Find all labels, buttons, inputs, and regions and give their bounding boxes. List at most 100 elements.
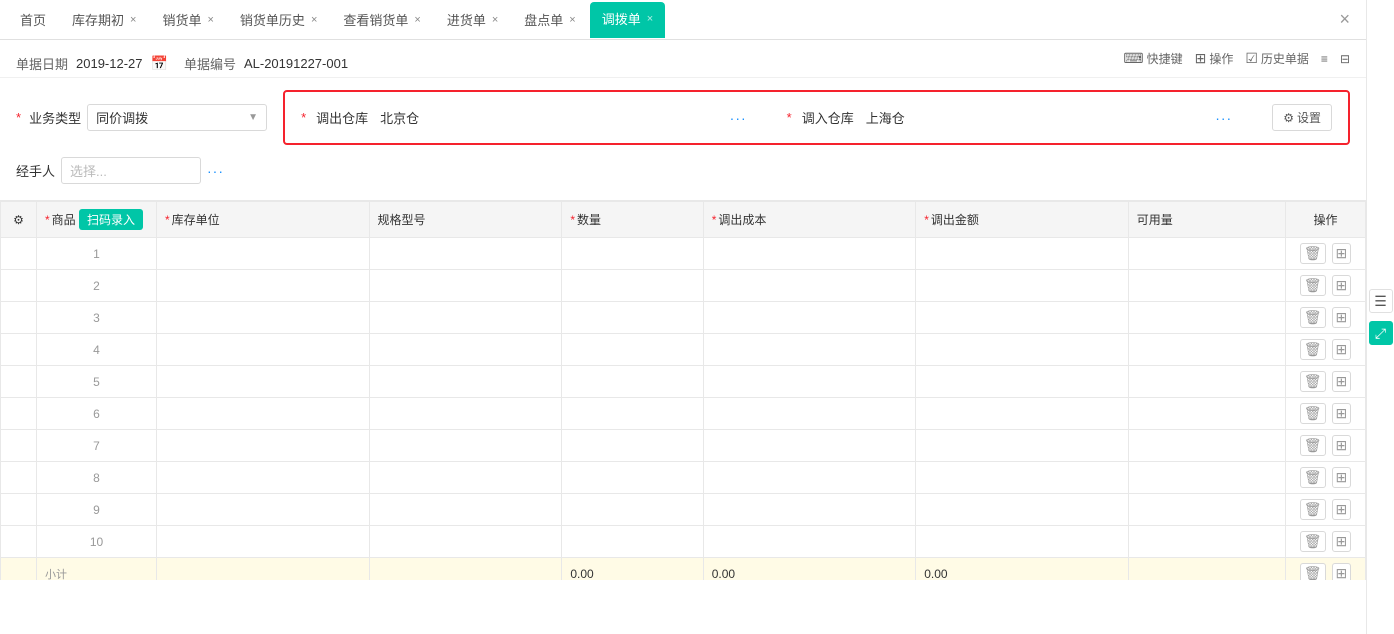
row-copy-btn[interactable]: ⊞: [1332, 275, 1352, 296]
tab-transfer[interactable]: 调拨单 ×: [590, 2, 665, 38]
table-wrap[interactable]: ⚙ *商品 扫码录入 *库存单位 规格型号 *数量 *调出成本: [0, 200, 1366, 580]
row-copy-btn[interactable]: ⊞: [1332, 403, 1352, 424]
row-delete-btn[interactable]: 🗑: [1300, 499, 1326, 520]
subtotal-delete-btn[interactable]: 🗑: [1300, 563, 1326, 580]
person-select[interactable]: 选择...: [61, 157, 201, 184]
business-required-mark: *: [16, 110, 21, 125]
row-spec-cell: [369, 334, 562, 366]
th-spec: 规格型号: [369, 202, 562, 238]
tab-purchase-close[interactable]: ×: [492, 14, 498, 26]
tab-sales-order-close[interactable]: ×: [207, 14, 213, 26]
tab-sales-history[interactable]: 销货单历史 ×: [228, 2, 329, 38]
row-action-cell: 🗑 ⊞: [1286, 270, 1366, 302]
form-row-2: 经手人 选择... ···: [16, 157, 1350, 184]
row-available-cell: [1128, 270, 1285, 302]
tab-transfer-close[interactable]: ×: [647, 13, 653, 25]
settings-button[interactable]: ⚙ 设置: [1272, 104, 1332, 131]
row-copy-btn[interactable]: ⊞: [1332, 435, 1352, 456]
business-label: 业务类型: [29, 108, 81, 127]
person-more-btn[interactable]: ···: [207, 163, 224, 179]
row-qty-cell: [562, 526, 703, 558]
row-available-cell: [1128, 430, 1285, 462]
row-copy-btn[interactable]: ⊞: [1332, 467, 1352, 488]
history-btn[interactable]: ☑ 历史单据: [1245, 50, 1309, 67]
doc-value: AL-20191227-001: [244, 56, 348, 71]
row-cost-cell: [703, 494, 916, 526]
tab-stocktake-close[interactable]: ×: [569, 14, 575, 26]
sidebar-expand-btn[interactable]: ⤢: [1369, 321, 1393, 345]
calendar-icon[interactable]: 📅: [151, 55, 168, 72]
tab-sales-history-close[interactable]: ×: [311, 14, 317, 26]
row-spec-cell: [369, 270, 562, 302]
row-delete-btn[interactable]: 🗑: [1300, 371, 1326, 392]
row-delete-btn[interactable]: 🗑: [1300, 403, 1326, 424]
row-cost-cell: [703, 334, 916, 366]
gear-icon[interactable]: ⚙: [13, 213, 24, 227]
row-available-cell: [1128, 334, 1285, 366]
table-header-row: ⚙ *商品 扫码录入 *库存单位 规格型号 *数量 *调出成本: [1, 202, 1366, 238]
row-gear-cell: [1, 462, 37, 494]
row-num-cell: 2: [37, 270, 157, 302]
sidebar-list-btn[interactable]: ☰: [1369, 289, 1393, 313]
layout-list-icon: ≡: [1321, 52, 1328, 66]
warehouse-section: * 调出仓库 北京仓 ··· * 调入仓库 上海仓 ··· ⚙ 设置: [283, 90, 1350, 145]
tab-inventory-init-close[interactable]: ×: [130, 14, 136, 26]
row-delete-btn[interactable]: 🗑: [1300, 467, 1326, 488]
subtotal-cost-cell: 0.00: [703, 558, 916, 581]
row-unit-cell: [157, 334, 370, 366]
row-delete-btn[interactable]: 🗑: [1300, 531, 1326, 552]
subtotal-spec-cell: [369, 558, 562, 581]
tab-home[interactable]: 首页: [8, 2, 58, 38]
doc-number-field: 单据编号 AL-20191227-001: [184, 54, 348, 73]
row-copy-btn[interactable]: ⊞: [1332, 243, 1352, 264]
row-amount-cell: [916, 270, 1129, 302]
table-row: 6 🗑 ⊞: [1, 398, 1366, 430]
out-warehouse-more-btn[interactable]: ···: [730, 110, 747, 126]
row-available-cell: [1128, 526, 1285, 558]
row-copy-btn[interactable]: ⊞: [1332, 339, 1352, 360]
layout-grid-btn[interactable]: ⊟: [1340, 52, 1350, 66]
in-warehouse-value: 上海仓: [866, 108, 905, 127]
row-delete-btn[interactable]: 🗑: [1300, 435, 1326, 456]
window-close-button[interactable]: ×: [1331, 9, 1358, 30]
layout-list-btn[interactable]: ≡: [1321, 52, 1328, 66]
row-copy-btn[interactable]: ⊞: [1332, 307, 1352, 328]
row-delete-btn[interactable]: 🗑: [1300, 275, 1326, 296]
row-amount-cell: [916, 398, 1129, 430]
operate-btn[interactable]: ⊞ 操作: [1195, 50, 1234, 67]
shortcut-btn[interactable]: ⌨ 快捷键: [1123, 50, 1182, 67]
th-gear[interactable]: ⚙: [1, 202, 37, 238]
subtotal-num-cell: 小计: [37, 558, 157, 581]
row-spec-cell: [369, 526, 562, 558]
row-delete-btn[interactable]: 🗑: [1300, 339, 1326, 360]
business-type-select[interactable]: 同价调拨 ▼: [87, 104, 267, 131]
row-action-cell: 🗑 ⊞: [1286, 238, 1366, 270]
tab-sales-order[interactable]: 销货单 ×: [150, 2, 225, 38]
in-warehouse-more-btn[interactable]: ···: [1215, 110, 1232, 126]
row-delete-btn[interactable]: 🗑: [1300, 243, 1326, 264]
row-copy-btn[interactable]: ⊞: [1332, 371, 1352, 392]
date-value: 2019-12-27: [76, 56, 143, 71]
form-body: * 业务类型 同价调拨 ▼ * 调出仓库 北京仓 ··· *: [0, 78, 1366, 196]
row-spec-cell: [369, 462, 562, 494]
row-spec-cell: [369, 302, 562, 334]
row-copy-btn[interactable]: ⊞: [1332, 531, 1352, 552]
tab-stocktake[interactable]: 盘点单 ×: [512, 2, 587, 38]
tab-view-sales[interactable]: 查看销货单 ×: [331, 2, 432, 38]
tab-inventory-init[interactable]: 库存期初 ×: [60, 2, 148, 38]
scan-button[interactable]: 扫码录入: [79, 209, 143, 230]
table-row: 2 🗑 ⊞: [1, 270, 1366, 302]
row-copy-btn[interactable]: ⊞: [1332, 499, 1352, 520]
form-header: 单据日期 2019-12-27 📅 单据编号 AL-20191227-001 ⌨…: [0, 40, 1366, 78]
row-cost-cell: [703, 462, 916, 494]
row-num-cell: 8: [37, 462, 157, 494]
row-action-cell: 🗑 ⊞: [1286, 526, 1366, 558]
tab-purchase[interactable]: 进货单 ×: [435, 2, 510, 38]
row-amount-cell: [916, 494, 1129, 526]
row-cost-cell: [703, 430, 916, 462]
subtotal-copy-btn[interactable]: ⊞: [1332, 563, 1352, 580]
table-row: 10 🗑 ⊞: [1, 526, 1366, 558]
tab-view-sales-close[interactable]: ×: [414, 14, 420, 26]
row-cost-cell: [703, 398, 916, 430]
row-delete-btn[interactable]: 🗑: [1300, 307, 1326, 328]
